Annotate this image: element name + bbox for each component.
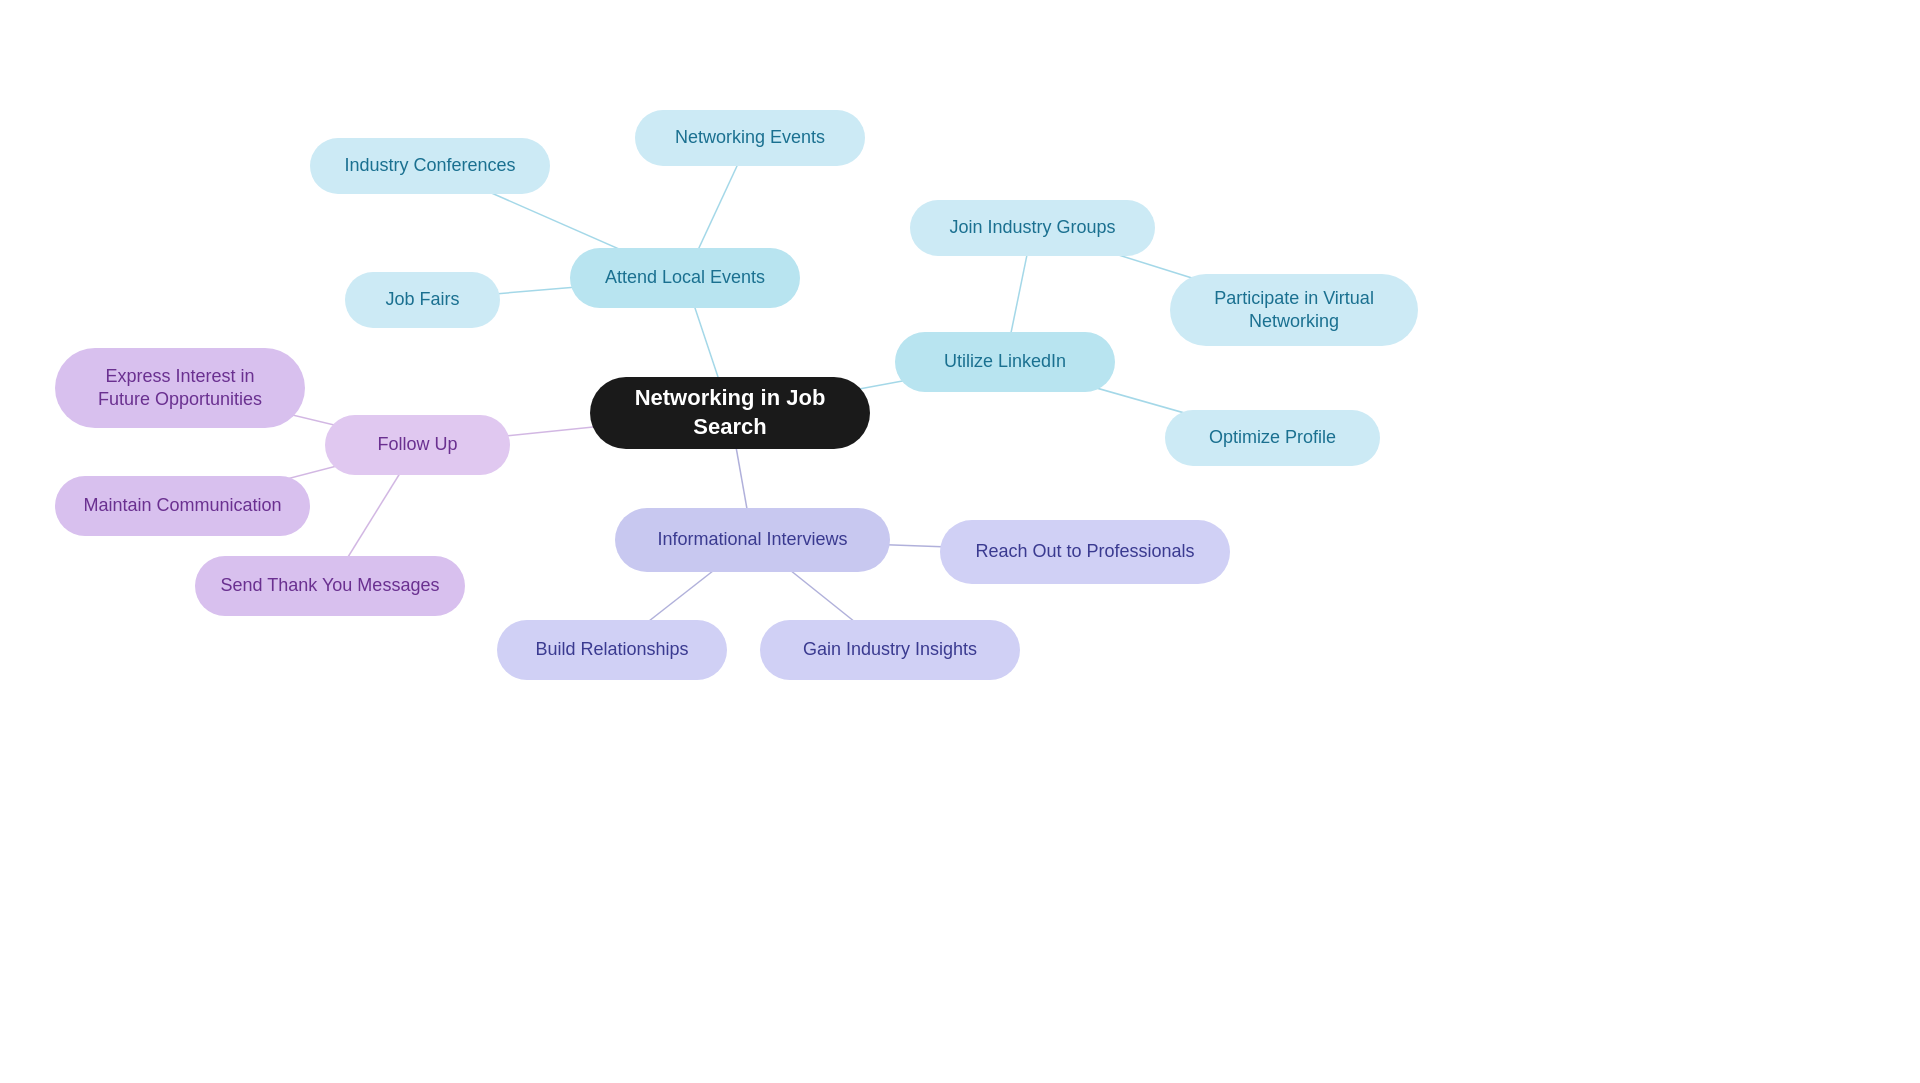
- optimize-profile-node: Optimize Profile: [1165, 410, 1380, 466]
- center-node: Networking in Job Search: [590, 377, 870, 449]
- maintain-communication-node: Maintain Communication: [55, 476, 310, 536]
- attend-local-events-node: Attend Local Events: [570, 248, 800, 308]
- industry-conferences-node: Industry Conferences: [310, 138, 550, 194]
- gain-insights-node: Gain Industry Insights: [760, 620, 1020, 680]
- send-thank-you-node: Send Thank You Messages: [195, 556, 465, 616]
- build-relationships-node: Build Relationships: [497, 620, 727, 680]
- utilize-linkedin-node: Utilize LinkedIn: [895, 332, 1115, 392]
- reach-out-node: Reach Out to Professionals: [940, 520, 1230, 584]
- informational-interviews-node: Informational Interviews: [615, 508, 890, 572]
- job-fairs-node: Job Fairs: [345, 272, 500, 328]
- networking-events-node: Networking Events: [635, 110, 865, 166]
- participate-virtual-node: Participate in Virtual Networking: [1170, 274, 1418, 346]
- express-interest-node: Express Interest in Future Opportunities: [55, 348, 305, 428]
- follow-up-node: Follow Up: [325, 415, 510, 475]
- join-industry-groups-node: Join Industry Groups: [910, 200, 1155, 256]
